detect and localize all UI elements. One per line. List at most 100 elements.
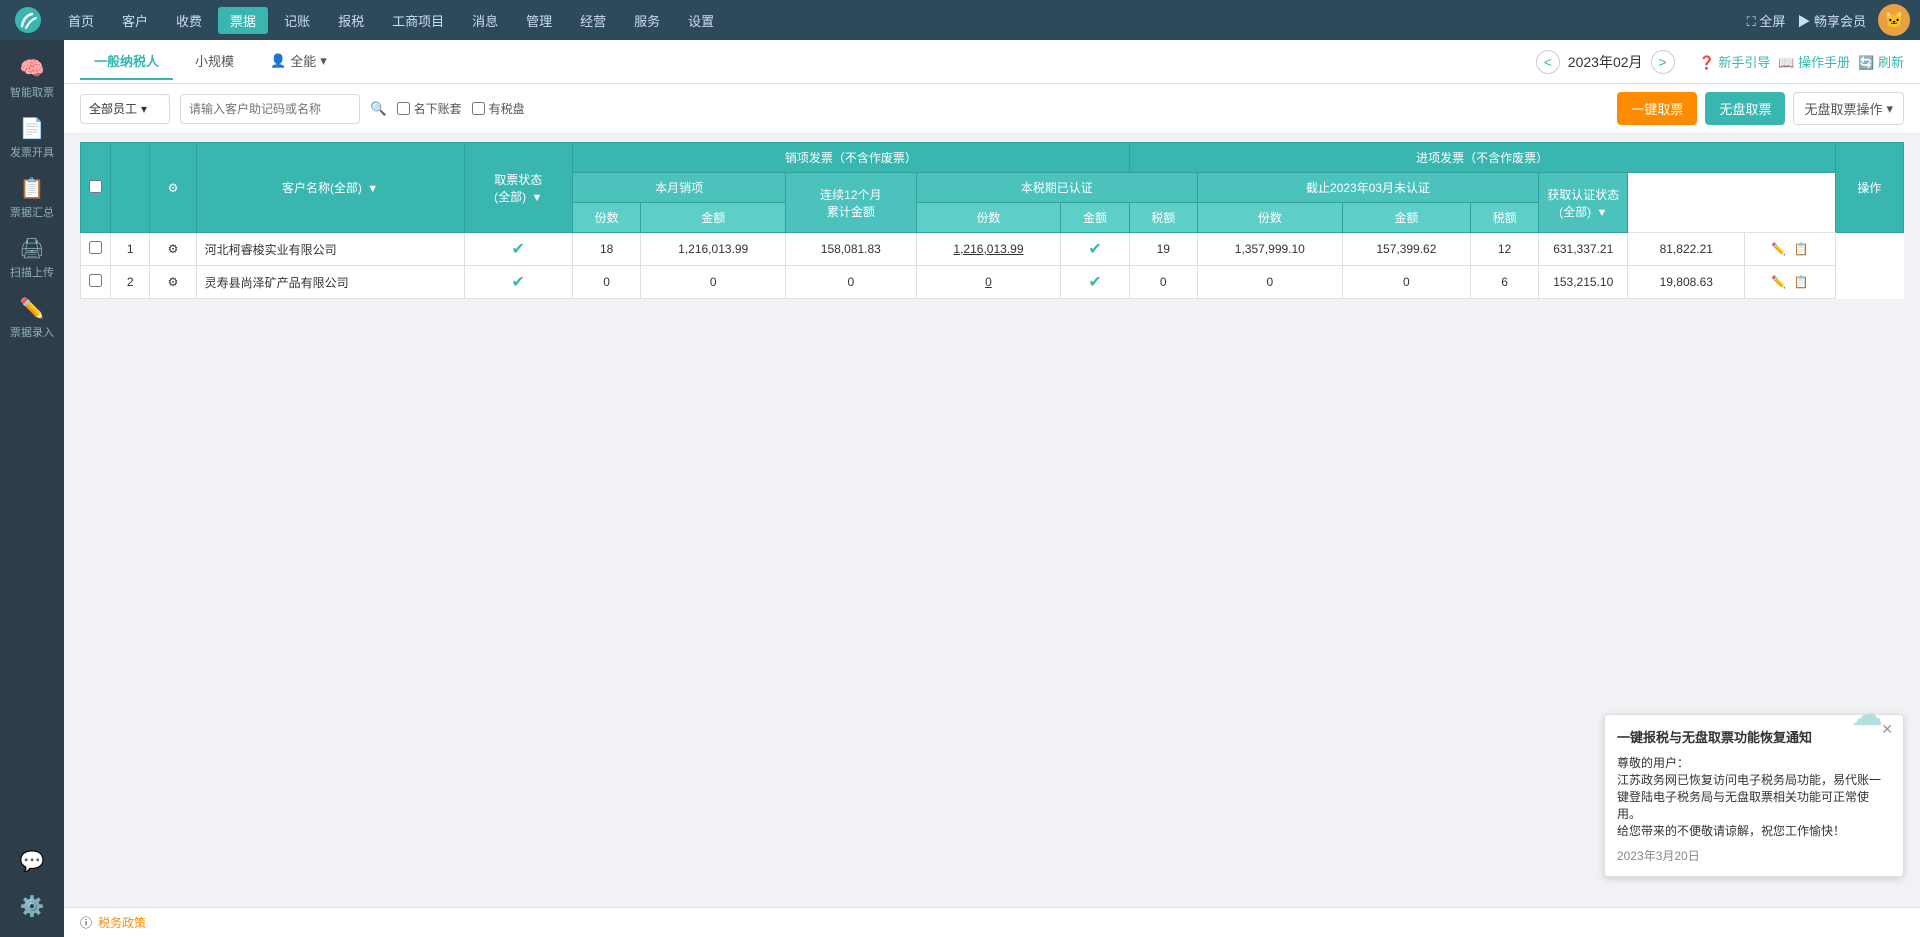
own-account-checkbox[interactable]: [397, 102, 410, 115]
nav-business[interactable]: 工商项目: [380, 7, 456, 34]
th-uncert-tax: 税额: [1470, 203, 1538, 233]
row1-cumulative[interactable]: 1,216,013.99: [916, 233, 1061, 266]
one-click-ticket-btn[interactable]: 一键取票: [1617, 92, 1697, 125]
nav-invoice[interactable]: 票据: [218, 7, 268, 34]
row1-uncert-tax: 81,822.21: [1628, 233, 1745, 266]
row1-gear[interactable]: ⚙: [150, 233, 196, 266]
notification-close-btn[interactable]: ✕: [1881, 721, 1893, 738]
sidebar-item-invoice-entry[interactable]: ✏️ 票据录入: [0, 288, 64, 348]
th-ops-col: 操作: [1835, 143, 1903, 233]
nav-service[interactable]: 服务: [622, 7, 672, 34]
summary-icon: 📋: [20, 176, 45, 201]
date-next-btn[interactable]: >: [1651, 50, 1675, 74]
nav-fee[interactable]: 收费: [164, 7, 214, 34]
th-sale-amount: 金额: [641, 203, 786, 233]
member-btn[interactable]: ▶ 畅享会员: [1797, 11, 1866, 30]
search-input[interactable]: [180, 94, 360, 124]
notification-panel: ☁ ✕ 一键报税与无盘取票功能恢复通知 尊敬的用户： 江苏政务网已恢复访问电子税…: [1604, 714, 1904, 877]
checkbox-has-tax-disk[interactable]: 有税盘: [472, 100, 525, 117]
checkbox-own-account[interactable]: 名下账套: [397, 100, 462, 117]
app-logo: [10, 2, 46, 38]
sidebar-item-smart-ticket[interactable]: 🧠 智能取票: [0, 48, 64, 108]
cloud-decoration: ☁: [1851, 695, 1883, 733]
th-sale-count: 份数: [573, 203, 641, 233]
diskless-ticket-btn[interactable]: 无盘取票: [1705, 92, 1785, 125]
row1-view-btn[interactable]: 📋: [1794, 242, 1809, 256]
manual-link[interactable]: 📖 操作手册: [1778, 52, 1850, 71]
sidebar-bottom: 💬 ⚙️: [16, 841, 49, 937]
row2-sale-tax: 0: [786, 266, 916, 299]
th-cert-tax: 税额: [1129, 203, 1197, 233]
row2-ops: ✏️ 📋: [1745, 266, 1835, 299]
nav-manage[interactable]: 管理: [514, 7, 564, 34]
tax-policy-link[interactable]: 税务政策: [98, 914, 146, 931]
chat-icon: 💬: [20, 849, 45, 874]
th-gear: ⚙: [150, 143, 196, 233]
th-cert-status: 获取认证状态(全部) ▼: [1539, 173, 1628, 233]
row2-view-btn[interactable]: 📋: [1794, 275, 1809, 289]
ops-dropdown-icon: ▾: [1886, 101, 1893, 117]
sidebar-item-settings[interactable]: ⚙️: [16, 886, 49, 927]
row1-cert-status: ✔: [1061, 233, 1129, 266]
row2-num: 2: [111, 266, 150, 299]
sidebar-item-invoice-open[interactable]: 📄 发票开具: [0, 108, 64, 168]
tab-small-scale[interactable]: 小规模: [181, 43, 248, 80]
sidebar-label-scan: 扫描上传: [10, 264, 54, 280]
nav-tax[interactable]: 报税: [326, 7, 376, 34]
row1-cert-amount: 1,357,999.10: [1197, 233, 1342, 266]
sidebar-item-invoice-summary[interactable]: 📋 票据汇总: [0, 168, 64, 228]
row2-gear[interactable]: ⚙: [150, 266, 196, 299]
top-nav: 首页 客户 收费 票据 记账 报税 工商项目 消息 管理 经营 服务 设置 ⛶ …: [0, 0, 1920, 40]
search-button[interactable]: 🔍: [370, 101, 387, 117]
fullscreen-btn[interactable]: ⛶ 全屏: [1747, 11, 1786, 30]
row1-checkbox[interactable]: [81, 233, 111, 266]
th-cert-amount: 金额: [1061, 203, 1129, 233]
row1-edit-btn[interactable]: ✏️: [1771, 242, 1786, 256]
th-checkbox: [81, 143, 111, 233]
refresh-link[interactable]: 🔄 刷新: [1858, 52, 1904, 71]
entry-icon: ✏️: [20, 296, 45, 321]
tab-small-label: 小规模: [195, 51, 234, 70]
diskless-ops-btn[interactable]: 无盘取票操作 ▾: [1793, 92, 1904, 125]
tab-all-in-one[interactable]: 👤 全能 ▾: [256, 43, 341, 80]
th-num: [111, 143, 150, 233]
select-all-checkbox[interactable]: [89, 180, 102, 193]
info-icon: ⓘ: [80, 914, 92, 931]
row2-uncert-tax: 19,808.63: [1628, 266, 1745, 299]
employee-select[interactable]: 全部员工 ▾: [80, 94, 170, 124]
tab-general-taxpayer[interactable]: 一般纳税人: [80, 43, 173, 80]
date-prev-btn[interactable]: <: [1536, 50, 1560, 74]
row1-cert-count: 19: [1129, 233, 1197, 266]
th-uncertified: 截止2023年03月未认证: [1197, 173, 1538, 203]
row1-cert-tax: 157,399.62: [1342, 233, 1470, 266]
nav-items: 首页 客户 收费 票据 记账 报税 工商项目 消息 管理 经营 服务 设置: [56, 7, 1747, 34]
sidebar-item-scan-upload[interactable]: 🖨 扫描上传: [0, 228, 64, 288]
row2-edit-btn[interactable]: ✏️: [1771, 275, 1786, 289]
row2-sale-amount: 0: [641, 266, 786, 299]
row2-cumulative[interactable]: 0: [916, 266, 1061, 299]
notification-date: 2023年3月20日: [1617, 847, 1891, 864]
gear-icon: ⚙️: [20, 894, 45, 919]
row1-sale-amount: 1,216,013.99: [641, 233, 786, 266]
row2-company: 灵寿县尚泽矿产品有限公司: [196, 266, 464, 299]
filter-bar: 全部员工 ▾ 🔍 名下账套 有税盘 一键取票 无盘取票 无盘取票操作 ▾: [64, 84, 1920, 134]
notification-content: 江苏政务网已恢复访问电子税务局功能，易代账一键登陆电子税务局与无盘取票相关功能可…: [1617, 771, 1891, 822]
nav-customer[interactable]: 客户: [110, 7, 160, 34]
nav-operation[interactable]: 经营: [568, 7, 618, 34]
row2-checkbox[interactable]: [81, 266, 111, 299]
sidebar-item-chat[interactable]: 💬: [16, 841, 49, 882]
row2-sale-count: 0: [573, 266, 641, 299]
nav-message[interactable]: 消息: [460, 7, 510, 34]
nav-accounting[interactable]: 记账: [272, 7, 322, 34]
filter-bar-right: 一键取票 无盘取票 无盘取票操作 ▾: [1617, 92, 1904, 125]
sidebar-label-open: 发票开具: [10, 144, 54, 160]
has-tax-disk-checkbox[interactable]: [472, 102, 485, 115]
row2-take-status: ✔: [464, 266, 573, 299]
tab-general-label: 一般纳税人: [94, 51, 159, 70]
nav-settings[interactable]: 设置: [676, 7, 726, 34]
user-avatar[interactable]: 🐱: [1878, 4, 1910, 36]
row2-cert-count: 0: [1129, 266, 1197, 299]
th-take-status: 取票状态(全部) ▼: [464, 143, 573, 233]
nav-home[interactable]: 首页: [56, 7, 106, 34]
new-guide-link[interactable]: ❓ 新手引导: [1699, 52, 1771, 71]
